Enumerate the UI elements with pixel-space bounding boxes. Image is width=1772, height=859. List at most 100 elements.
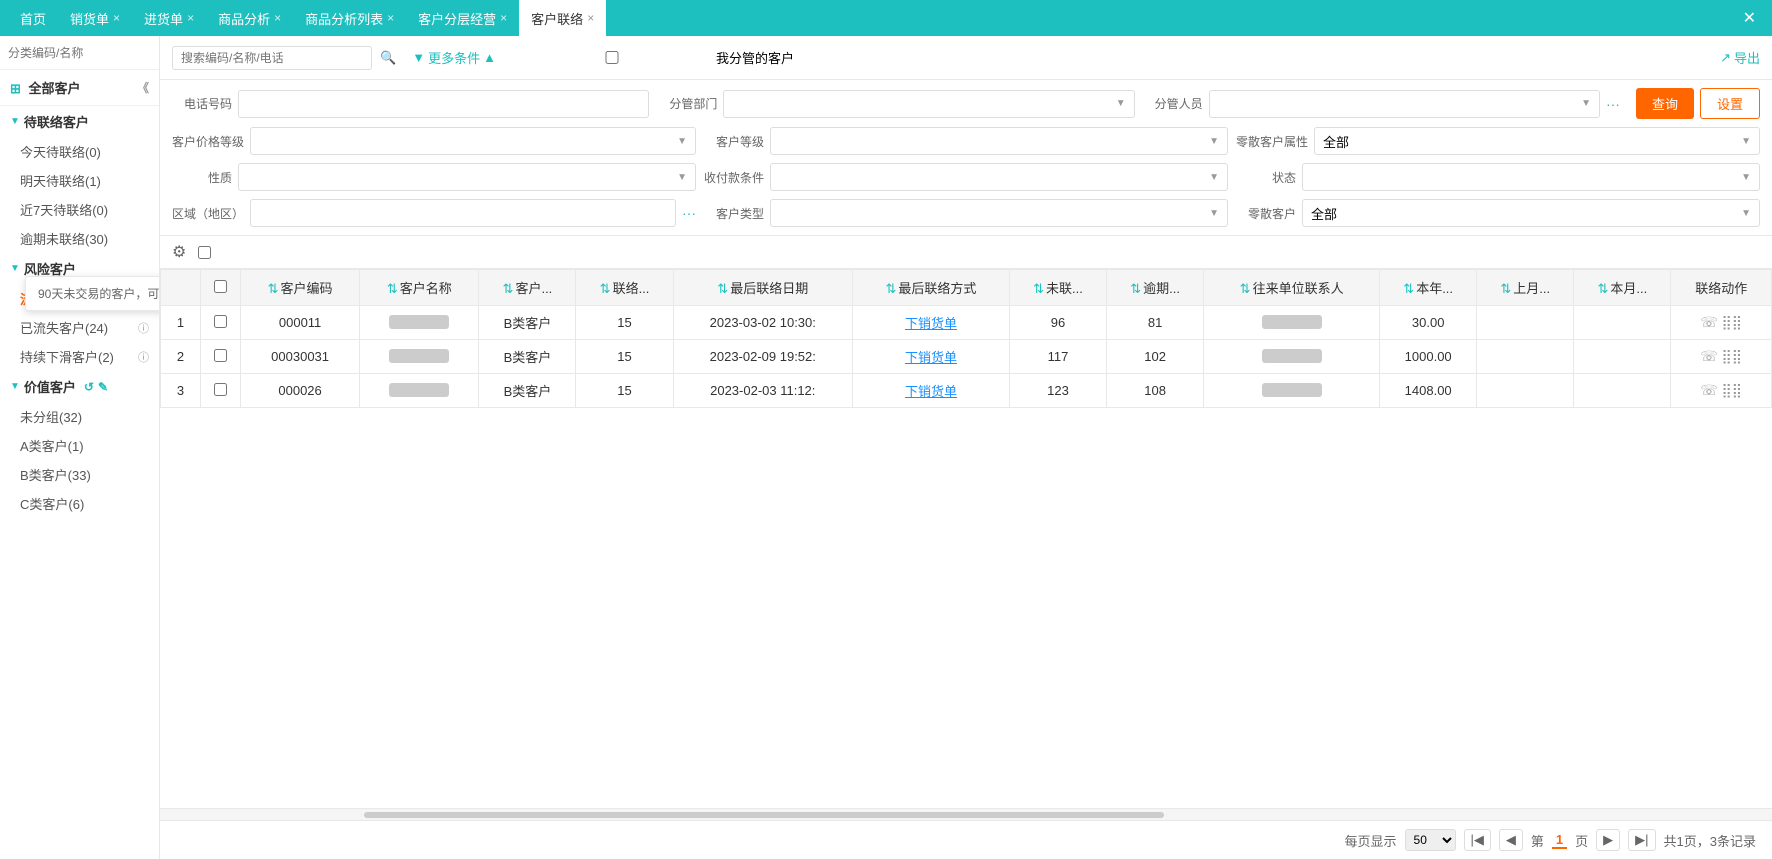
method-link[interactable]: 下销货单 bbox=[905, 350, 957, 365]
sidebar-item-declining[interactable]: 持续下滑客户(2) ⓘ bbox=[0, 342, 159, 371]
current-page: 1 bbox=[1552, 832, 1567, 849]
page-first-btn[interactable]: |◀ bbox=[1464, 829, 1491, 851]
col-unlinked[interactable]: ⇅未联... bbox=[1009, 270, 1106, 306]
sidebar-all-customers[interactable]: ⊞ 全部客户 《 bbox=[0, 70, 159, 106]
scrollbar-thumb[interactable] bbox=[364, 812, 1164, 818]
row-checkbox-0[interactable] bbox=[214, 315, 227, 328]
close-tab-product-list[interactable]: × bbox=[387, 11, 394, 25]
col-overdue[interactable]: ⇅逾期... bbox=[1107, 270, 1204, 306]
cell-last-method[interactable]: 下销货单 bbox=[852, 306, 1009, 340]
settings-button[interactable]: 设置 bbox=[1700, 88, 1760, 119]
cell-action[interactable]: ☏ ⣿⣿ bbox=[1671, 374, 1772, 408]
sidebar-collapse-icon[interactable]: 《 bbox=[137, 79, 149, 96]
page-size-label: 每页显示 bbox=[1345, 831, 1397, 850]
cell-action[interactable]: ☏ ⣿⣿ bbox=[1671, 306, 1772, 340]
sidebar-item-b-class[interactable]: B类客户(33) bbox=[0, 460, 159, 489]
tab-sales-order[interactable]: 销货单 × bbox=[58, 0, 132, 36]
filter-customer-grade-select[interactable]: ▼ bbox=[770, 127, 1228, 155]
page-size-select[interactable]: 50 100 bbox=[1405, 829, 1456, 851]
col-type[interactable]: ⇅客户... bbox=[479, 270, 576, 306]
col-this-year[interactable]: ⇅本年... bbox=[1380, 270, 1477, 306]
sidebar-item-ungroup[interactable]: 未分组(32) bbox=[0, 402, 159, 431]
cell-checkbox[interactable] bbox=[201, 374, 241, 408]
sidebar-search-input[interactable] bbox=[8, 46, 160, 60]
tab-customer-contact[interactable]: 客户联络 × bbox=[519, 0, 606, 36]
search-btn[interactable]: 🔍 bbox=[380, 50, 396, 66]
action-contact-icon[interactable]: ☏ bbox=[1700, 314, 1718, 330]
filter-nature-select[interactable]: ▼ bbox=[238, 163, 696, 191]
tab-product-analysis-list[interactable]: 商品分析列表 × bbox=[293, 0, 406, 36]
tab-home[interactable]: 首页 bbox=[8, 0, 58, 36]
sidebar-item-overdue-contact[interactable]: 逾期未联络(30) bbox=[0, 224, 159, 253]
filter-dept-select[interactable]: ▼ bbox=[723, 90, 1134, 118]
my-customers-checkbox[interactable] bbox=[512, 51, 712, 64]
filter-retail-attr-select[interactable]: 全部 ▼ bbox=[1314, 127, 1760, 155]
filter-region-select[interactable] bbox=[250, 199, 676, 227]
cell-checkbox[interactable] bbox=[201, 340, 241, 374]
page-prev-btn[interactable]: ◀ bbox=[1499, 829, 1523, 851]
filter-retail-select[interactable]: 全部 ▼ bbox=[1302, 199, 1760, 227]
col-code[interactable]: ⇅客户编码 bbox=[241, 270, 360, 306]
filter-retail: 零散客户 全部 ▼ bbox=[1236, 199, 1760, 227]
page-last-btn[interactable]: ▶| bbox=[1628, 829, 1655, 851]
action-more-icon[interactable]: ⣿⣿ bbox=[1722, 348, 1743, 364]
action-contact-icon[interactable]: ☏ bbox=[1700, 382, 1718, 398]
export-btn[interactable]: ↗ 导出 bbox=[1720, 48, 1760, 67]
cell-checkbox[interactable] bbox=[201, 306, 241, 340]
col-name[interactable]: ⇅客户名称 bbox=[360, 270, 479, 306]
filter-phone-input[interactable] bbox=[238, 90, 649, 118]
settings-toolbar-icon[interactable]: ⚙ bbox=[172, 242, 186, 262]
row-checkbox-1[interactable] bbox=[214, 349, 227, 362]
col-last-date[interactable]: ⇅最后联络日期 bbox=[673, 270, 852, 306]
filter-type-select[interactable]: ▼ bbox=[770, 199, 1228, 227]
sidebar-item-today-contact[interactable]: 今天待联络(0) bbox=[0, 137, 159, 166]
sidebar-item-churned[interactable]: 已流失客户(24) ⓘ bbox=[0, 313, 159, 342]
sidebar-item-tomorrow-contact[interactable]: 明天待联络(1) bbox=[0, 166, 159, 195]
action-more-icon[interactable]: ⣿⣿ bbox=[1722, 314, 1743, 330]
tab-customer-segment[interactable]: 客户分层经营 × bbox=[406, 0, 519, 36]
close-tab-purchase[interactable]: × bbox=[187, 11, 194, 25]
sidebar-item-7day-contact[interactable]: 近7天待联络(0) bbox=[0, 195, 159, 224]
select-all-checkbox[interactable] bbox=[198, 246, 211, 259]
refresh-icon[interactable]: ↺ bbox=[84, 380, 94, 394]
filter-payment-select[interactable]: ▼ bbox=[770, 163, 1228, 191]
close-tab-sales-order[interactable]: × bbox=[113, 11, 120, 25]
header-checkbox[interactable] bbox=[214, 280, 227, 293]
query-button[interactable]: 查询 bbox=[1636, 88, 1694, 119]
table-container[interactable]: ⇅客户编码 ⇅客户名称 ⇅客户... ⇅联络... ⇅最后联络日期 ⇅最后联络方… bbox=[160, 269, 1772, 808]
filter-status-select[interactable]: ▼ bbox=[1302, 163, 1760, 191]
col-last-method[interactable]: ⇅最后联络方式 bbox=[852, 270, 1009, 306]
sidebar-item-a-class[interactable]: A类客户(1) bbox=[0, 431, 159, 460]
edit-icon[interactable]: ✎ bbox=[98, 380, 108, 394]
filter-manager-select[interactable]: ▼ bbox=[1209, 90, 1600, 118]
method-link[interactable]: 下销货单 bbox=[905, 316, 957, 331]
sidebar-group-pending[interactable]: ▼ 待联络客户 bbox=[0, 106, 159, 137]
close-tab-segment[interactable]: × bbox=[500, 11, 507, 25]
tab-purchase-order[interactable]: 进货单 × bbox=[132, 0, 206, 36]
close-all-tabs[interactable]: ✕ bbox=[1735, 8, 1764, 28]
action-more-icon[interactable]: ⣿⣿ bbox=[1722, 382, 1743, 398]
filter-price-grade-select[interactable]: ▼ bbox=[250, 127, 696, 155]
cell-last-method[interactable]: 下销货单 bbox=[852, 340, 1009, 374]
method-link[interactable]: 下销货单 bbox=[905, 384, 957, 399]
cell-last-method[interactable]: 下销货单 bbox=[852, 374, 1009, 408]
my-customers-checkbox-label[interactable]: 我分管的客户 bbox=[512, 48, 794, 67]
more-btn-region[interactable]: ··· bbox=[682, 205, 696, 221]
horizontal-scrollbar[interactable] bbox=[160, 808, 1772, 820]
row-checkbox-2[interactable] bbox=[214, 383, 227, 396]
more-conditions-btn[interactable]: ▼ 更多条件 ▲ bbox=[404, 44, 504, 71]
close-tab-contact[interactable]: × bbox=[587, 11, 594, 25]
sidebar-group-value[interactable]: ▼ 价值客户 ↺ ✎ bbox=[0, 371, 159, 402]
page-next-btn[interactable]: ▶ bbox=[1596, 829, 1620, 851]
col-contact-person[interactable]: ⇅往来单位联系人 bbox=[1204, 270, 1380, 306]
sidebar-item-c-class[interactable]: C类客户(6) bbox=[0, 489, 159, 518]
col-contact-num[interactable]: ⇅联络... bbox=[576, 270, 673, 306]
col-last-month[interactable]: ⇅上月... bbox=[1477, 270, 1574, 306]
cell-action[interactable]: ☏ ⣿⣿ bbox=[1671, 340, 1772, 374]
col-this-month[interactable]: ⇅本月... bbox=[1574, 270, 1671, 306]
action-contact-icon[interactable]: ☏ bbox=[1700, 348, 1718, 364]
close-tab-product-analysis[interactable]: × bbox=[274, 11, 281, 25]
more-btn-manager[interactable]: ··· bbox=[1606, 96, 1620, 112]
tab-product-analysis[interactable]: 商品分析 × bbox=[206, 0, 293, 36]
search-input[interactable] bbox=[172, 46, 372, 70]
